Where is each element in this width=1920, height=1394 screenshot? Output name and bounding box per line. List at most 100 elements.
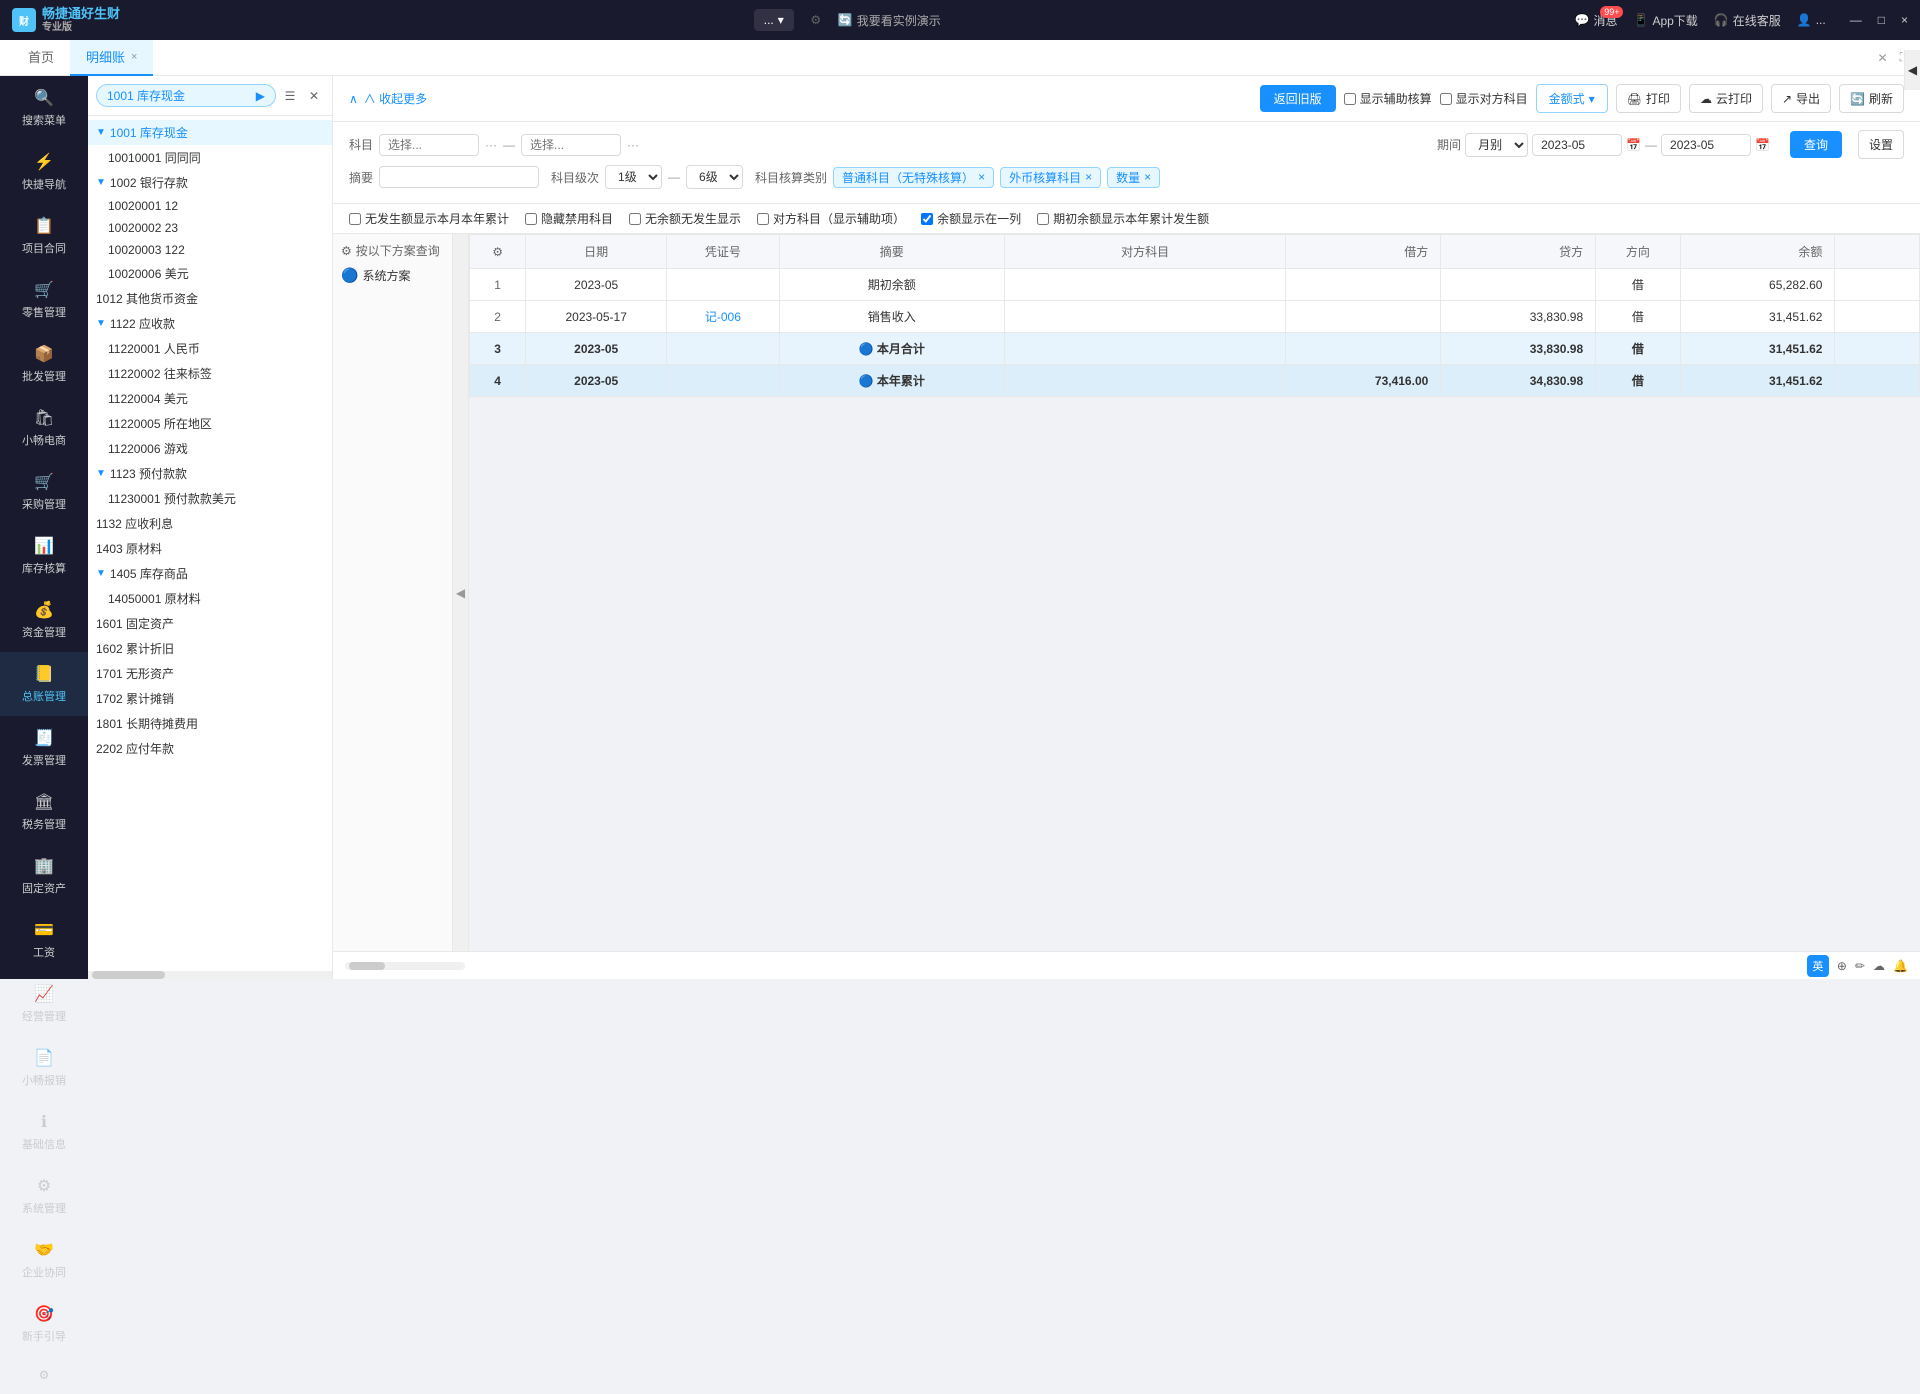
filter-tag-ordinary-close[interactable]: × <box>978 170 985 184</box>
system-scheme-item[interactable]: 🔵 系统方案 <box>341 267 444 284</box>
level-from-select[interactable]: 1级2级3级 <box>605 165 662 189</box>
sidebar-item-management[interactable]: 📈 经营管理 <box>0 972 88 1036</box>
sidebar-item-project[interactable]: 📋 项目合同 <box>0 204 88 268</box>
tree-item-10020001[interactable]: 10020001 12 <box>88 195 332 217</box>
filter-tag-quantity[interactable]: 数量 × <box>1107 167 1160 188</box>
col-direction[interactable]: 方向 <box>1596 235 1680 269</box>
tree-item-11230001[interactable]: 11230001 预付款款美元 <box>88 486 332 511</box>
show-assist-input[interactable] <box>1344 93 1356 105</box>
tree-item-11220006[interactable]: 11220006 游戏 <box>88 436 332 461</box>
window-minimize[interactable]: — <box>1850 13 1862 27</box>
amount-style-button[interactable]: 金额式 ▾ <box>1536 84 1608 113</box>
filter-tag-foreign[interactable]: 外币核算科目 × <box>1000 167 1101 188</box>
checkbox-balance-one-col[interactable]: 余额显示在一列 <box>921 210 1021 227</box>
tree-item-10010001[interactable]: 10010001 同同同 <box>88 145 332 170</box>
tab-home[interactable]: 首页 <box>12 40 70 76</box>
settings-icon[interactable]: ⚙ <box>806 10 826 30</box>
col-voucher[interactable]: 凭证号 <box>667 235 780 269</box>
sidebar-item-quicknav[interactable]: ⚡ 快捷导航 <box>0 140 88 204</box>
col-debit[interactable]: 借方 <box>1286 235 1441 269</box>
show-counterpart-input[interactable] <box>1440 93 1452 105</box>
message-button[interactable]: 💬 消息 99+ <box>1575 12 1618 29</box>
filter-tag-foreign-close[interactable]: × <box>1085 170 1092 184</box>
export-button[interactable]: ↗ 导出 <box>1771 84 1831 113</box>
checkbox-no-balance-input[interactable] <box>629 213 641 225</box>
sidebar-item-expense[interactable]: 📄 小畅报销 <box>0 1036 88 1100</box>
right-collapse-button[interactable]: ◀ <box>1904 76 1920 90</box>
window-maximize[interactable]: □ <box>1878 13 1885 27</box>
tree-item-14050001[interactable]: 14050001 原材料 <box>88 586 332 611</box>
settings-button[interactable]: 设置 <box>1858 130 1904 159</box>
account-search-tag[interactable]: 1001 库存现金 ▶ <box>96 84 276 107</box>
tree-item-1001[interactable]: ▼ 1001 库存现金 <box>88 120 332 145</box>
tab-detail[interactable]: 明细账 × <box>70 40 153 76</box>
col-credit[interactable]: 贷方 <box>1441 235 1596 269</box>
checkbox-opening-balance-input[interactable] <box>1037 213 1049 225</box>
refresh-button[interactable]: 🔄 刷新 <box>1839 84 1904 113</box>
tree-item-2202[interactable]: 2202 应付年款 <box>88 736 332 761</box>
status-icon-3[interactable]: ☁ <box>1873 959 1885 973</box>
tree-item-11220002[interactable]: 11220002 往来标签 <box>88 361 332 386</box>
online-service-button[interactable]: 🎧 在线客服 <box>1714 12 1781 29</box>
tree-item-1702[interactable]: 1702 累计摊销 <box>88 686 332 711</box>
account-tree-scrollbar[interactable] <box>88 971 332 979</box>
sidebar-item-collab[interactable]: 🤝 企业协同 <box>0 1228 88 1292</box>
horizontal-scrollbar-area[interactable] <box>345 962 465 970</box>
sidebar-item-assets[interactable]: 🏢 固定资产 <box>0 844 88 908</box>
tree-item-11220001[interactable]: 11220001 人民币 <box>88 336 332 361</box>
sidebar-item-ecommerce[interactable]: 🛍 小畅电商 <box>0 396 88 460</box>
subject-to-input[interactable] <box>521 134 621 156</box>
filter-tag-ordinary[interactable]: 普通科目（无特殊核算） × <box>833 167 994 188</box>
sidebar-item-search[interactable]: 🔍 搜索菜单 <box>0 76 88 140</box>
sidebar-item-salary[interactable]: 💳 工资 <box>0 908 88 972</box>
period-calendar-end[interactable]: 📅 <box>1755 138 1770 152</box>
status-icon-1[interactable]: ⊕ <box>1837 959 1847 973</box>
checkbox-no-balance[interactable]: 无余额无发生显示 <box>629 210 741 227</box>
subject-from-input[interactable] <box>379 134 479 156</box>
col-gear[interactable]: ⚙ <box>470 235 526 269</box>
tree-item-1002[interactable]: ▼ 1002 银行存款 <box>88 170 332 195</box>
show-counterpart-checkbox[interactable]: 显示对方科目 <box>1440 90 1528 107</box>
query-settings-icon[interactable]: ⚙ <box>341 244 352 258</box>
tree-item-10020002[interactable]: 10020002 23 <box>88 217 332 239</box>
sidebar-item-guide[interactable]: 🎯 新手引导 <box>0 1292 88 1356</box>
row2-voucher[interactable]: 记-006 <box>667 301 780 333</box>
account-list-icon[interactable]: ☰ <box>280 86 300 106</box>
return-old-version-button[interactable]: 返回旧版 <box>1260 85 1336 112</box>
show-assist-checkbox[interactable]: 显示辅助核算 <box>1344 90 1432 107</box>
tree-item-1123[interactable]: ▼ 1123 预付款款 <box>88 461 332 486</box>
checkbox-opening-balance[interactable]: 期初余额显示本年累计发生额 <box>1037 210 1209 227</box>
checkbox-no-amount[interactable]: 无发生额显示本月本年累计 <box>349 210 509 227</box>
tree-item-10020003[interactable]: 10020003 122 <box>88 239 332 261</box>
col-counterpart[interactable]: 对方科目 <box>1004 235 1286 269</box>
checkbox-no-amount-input[interactable] <box>349 213 361 225</box>
tree-item-1601[interactable]: 1601 固定资产 <box>88 611 332 636</box>
sidebar-item-tax[interactable]: 🏛 税务管理 <box>0 780 88 844</box>
tree-item-1132[interactable]: 1132 应收利息 <box>88 511 332 536</box>
status-chinese-btn[interactable]: 英 <box>1807 955 1829 977</box>
tree-item-11220004[interactable]: 11220004 美元 <box>88 386 332 411</box>
sidebar-item-inventory[interactable]: 📊 库存核算 <box>0 524 88 588</box>
period-calendar-start[interactable]: 📅 <box>1626 138 1641 152</box>
checkbox-hide-disabled-input[interactable] <box>525 213 537 225</box>
tree-item-1405[interactable]: ▼ 1405 库存商品 <box>88 561 332 586</box>
sidebar-item-invoice[interactable]: 🧾 发票管理 <box>0 716 88 780</box>
sidebar-gear-button[interactable]: ⚙ <box>0 1356 88 1394</box>
tree-item-1012[interactable]: 1012 其他货币资金 <box>88 286 332 311</box>
voucher-link-006[interactable]: 记-006 <box>705 310 741 324</box>
account-close-icon[interactable]: ✕ <box>304 86 324 106</box>
sidebar-item-purchase[interactable]: 🛒 采购管理 <box>0 460 88 524</box>
print-button[interactable]: 🖨 打印 <box>1616 84 1681 113</box>
tree-item-1801[interactable]: 1801 长期待摊费用 <box>88 711 332 736</box>
window-close-top[interactable]: ✕ <box>1878 51 1888 65</box>
tree-item-1122[interactable]: ▼ 1122 应收款 <box>88 311 332 336</box>
app-download-button[interactable]: 📱 App下载 <box>1633 12 1697 29</box>
checkbox-hide-disabled[interactable]: 隐藏禁用科目 <box>525 210 613 227</box>
collapse-more-button[interactable]: ∧ ∧ 收起更多 <box>349 90 427 107</box>
sidebar-item-finance[interactable]: 💰 资金管理 <box>0 588 88 652</box>
tab-detail-close[interactable]: × <box>131 51 137 63</box>
tree-item-1701[interactable]: 1701 无形资产 <box>88 661 332 686</box>
sidebar-item-ledger[interactable]: 📒 总账管理 <box>0 652 88 716</box>
tree-item-1602[interactable]: 1602 累计折旧 <box>88 636 332 661</box>
checkbox-counterpart-subject[interactable]: 对方科目（显示辅助项） <box>757 210 905 227</box>
